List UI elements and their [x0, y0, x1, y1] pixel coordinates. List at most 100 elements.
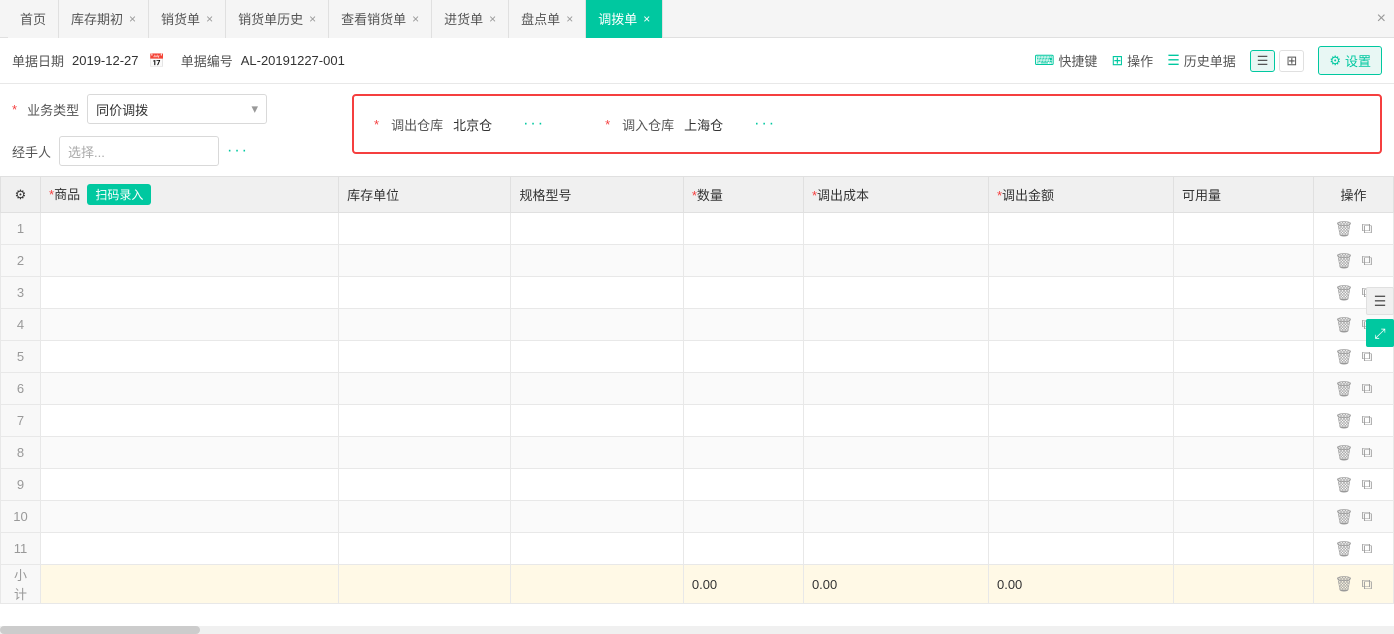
in-warehouse-more-icon[interactable]: ··· — [754, 115, 776, 133]
cell-qty[interactable] — [683, 309, 803, 341]
cell-unit[interactable] — [339, 501, 511, 533]
cell-goods[interactable] — [41, 245, 339, 277]
delete-row-icon[interactable]: 🗑 — [1335, 476, 1354, 494]
cell-qty[interactable] — [683, 373, 803, 405]
delete-row-icon[interactable]: 🗑 — [1335, 348, 1354, 366]
cell-available[interactable] — [1174, 245, 1314, 277]
cell-amount[interactable] — [988, 373, 1173, 405]
cell-qty[interactable] — [683, 469, 803, 501]
handler-input[interactable]: 选择... — [59, 136, 219, 166]
cell-amount[interactable] — [988, 341, 1173, 373]
operation-button[interactable]: ⊞ 操作 — [1111, 51, 1153, 70]
tab-transfer[interactable]: 调拨单 × — [586, 0, 663, 38]
copy-subtotal-icon[interactable]: ⧉ — [1362, 576, 1373, 593]
cell-available[interactable] — [1174, 469, 1314, 501]
cell-unit[interactable] — [339, 469, 511, 501]
scan-button[interactable]: 扫码录入 — [87, 184, 151, 205]
cell-qty[interactable] — [683, 533, 803, 565]
cell-cost[interactable] — [803, 533, 988, 565]
cell-unit[interactable] — [339, 341, 511, 373]
copy-row-icon[interactable]: ⧉ — [1362, 348, 1373, 365]
layout-grid-button[interactable]: ⊞ — [1279, 50, 1304, 72]
close-icon[interactable]: × — [643, 12, 650, 26]
copy-row-icon[interactable]: ⧉ — [1362, 540, 1373, 557]
cell-cost[interactable] — [803, 341, 988, 373]
cell-cost[interactable] — [803, 277, 988, 309]
cell-amount[interactable] — [988, 277, 1173, 309]
delete-subtotal-icon[interactable]: 🗑 — [1335, 575, 1354, 593]
cell-cost[interactable] — [803, 373, 988, 405]
horizontal-scrollbar[interactable] — [0, 626, 1394, 634]
tab-stock-init[interactable]: 库存期初 × — [59, 0, 149, 38]
cell-unit[interactable] — [339, 437, 511, 469]
cell-unit[interactable] — [339, 309, 511, 341]
cell-available[interactable] — [1174, 213, 1314, 245]
layout-list-button[interactable]: ☰ — [1250, 50, 1276, 72]
cell-available[interactable] — [1174, 437, 1314, 469]
tab-sales[interactable]: 销货单 × — [149, 0, 226, 38]
cell-goods[interactable] — [41, 405, 339, 437]
cell-cost[interactable] — [803, 213, 988, 245]
cell-qty[interactable] — [683, 341, 803, 373]
close-icon[interactable]: × — [309, 12, 316, 26]
cell-amount[interactable] — [988, 469, 1173, 501]
tab-purchase[interactable]: 进货单 × — [432, 0, 509, 38]
close-icon[interactable]: × — [566, 12, 573, 26]
cell-goods[interactable] — [41, 277, 339, 309]
delete-row-icon[interactable]: 🗑 — [1335, 284, 1354, 302]
copy-row-icon[interactable]: ⧉ — [1362, 444, 1373, 461]
business-select[interactable]: 同价调拨 ▾ — [87, 94, 267, 124]
cell-qty[interactable] — [683, 277, 803, 309]
cell-qty[interactable] — [683, 501, 803, 533]
copy-row-icon[interactable]: ⧉ — [1362, 220, 1373, 237]
copy-row-icon[interactable]: ⧉ — [1362, 380, 1373, 397]
float-list-button[interactable]: ☰ — [1366, 287, 1394, 315]
delete-row-icon[interactable]: 🗑 — [1335, 508, 1354, 526]
cell-cost[interactable] — [803, 437, 988, 469]
tab-stocktaking[interactable]: 盘点单 × — [509, 0, 586, 38]
cell-cost[interactable] — [803, 309, 988, 341]
calendar-icon[interactable]: 📅 — [149, 53, 165, 69]
float-expand-button[interactable]: ⤢ — [1366, 319, 1394, 347]
delete-row-icon[interactable]: 🗑 — [1335, 444, 1354, 462]
copy-row-icon[interactable]: ⧉ — [1362, 252, 1373, 269]
cell-unit[interactable] — [339, 213, 511, 245]
cell-goods[interactable] — [41, 309, 339, 341]
cell-goods[interactable] — [41, 501, 339, 533]
cell-available[interactable] — [1174, 405, 1314, 437]
cell-spec[interactable] — [511, 277, 683, 309]
cell-qty[interactable] — [683, 245, 803, 277]
cell-goods[interactable] — [41, 213, 339, 245]
copy-row-icon[interactable]: ⧉ — [1362, 508, 1373, 525]
close-icon[interactable]: × — [489, 12, 496, 26]
tab-sales-history[interactable]: 销货单历史 × — [226, 0, 329, 38]
cell-unit[interactable] — [339, 533, 511, 565]
delete-row-icon[interactable]: 🗑 — [1335, 380, 1354, 398]
delete-row-icon[interactable]: 🗑 — [1335, 540, 1354, 558]
cell-spec[interactable] — [511, 437, 683, 469]
cell-goods[interactable] — [41, 373, 339, 405]
tab-bar-close-button[interactable]: × — [1377, 10, 1386, 28]
cell-spec[interactable] — [511, 213, 683, 245]
delete-row-icon[interactable]: 🗑 — [1335, 252, 1354, 270]
out-warehouse-more-icon[interactable]: ··· — [523, 115, 545, 133]
cell-spec[interactable] — [511, 373, 683, 405]
cell-spec[interactable] — [511, 341, 683, 373]
copy-row-icon[interactable]: ⧉ — [1362, 412, 1373, 429]
cell-amount[interactable] — [988, 245, 1173, 277]
scrollbar-thumb[interactable] — [0, 626, 200, 634]
cell-available[interactable] — [1174, 341, 1314, 373]
cell-spec[interactable] — [511, 501, 683, 533]
cell-spec[interactable] — [511, 245, 683, 277]
cell-amount[interactable] — [988, 213, 1173, 245]
cell-available[interactable] — [1174, 501, 1314, 533]
cell-available[interactable] — [1174, 533, 1314, 565]
tab-view-sales[interactable]: 查看销货单 × — [329, 0, 432, 38]
cell-amount[interactable] — [988, 533, 1173, 565]
cell-available[interactable] — [1174, 309, 1314, 341]
close-icon[interactable]: × — [412, 12, 419, 26]
cell-qty[interactable] — [683, 405, 803, 437]
handler-more-icon[interactable]: ··· — [227, 142, 249, 160]
cell-spec[interactable] — [511, 469, 683, 501]
cell-amount[interactable] — [988, 405, 1173, 437]
